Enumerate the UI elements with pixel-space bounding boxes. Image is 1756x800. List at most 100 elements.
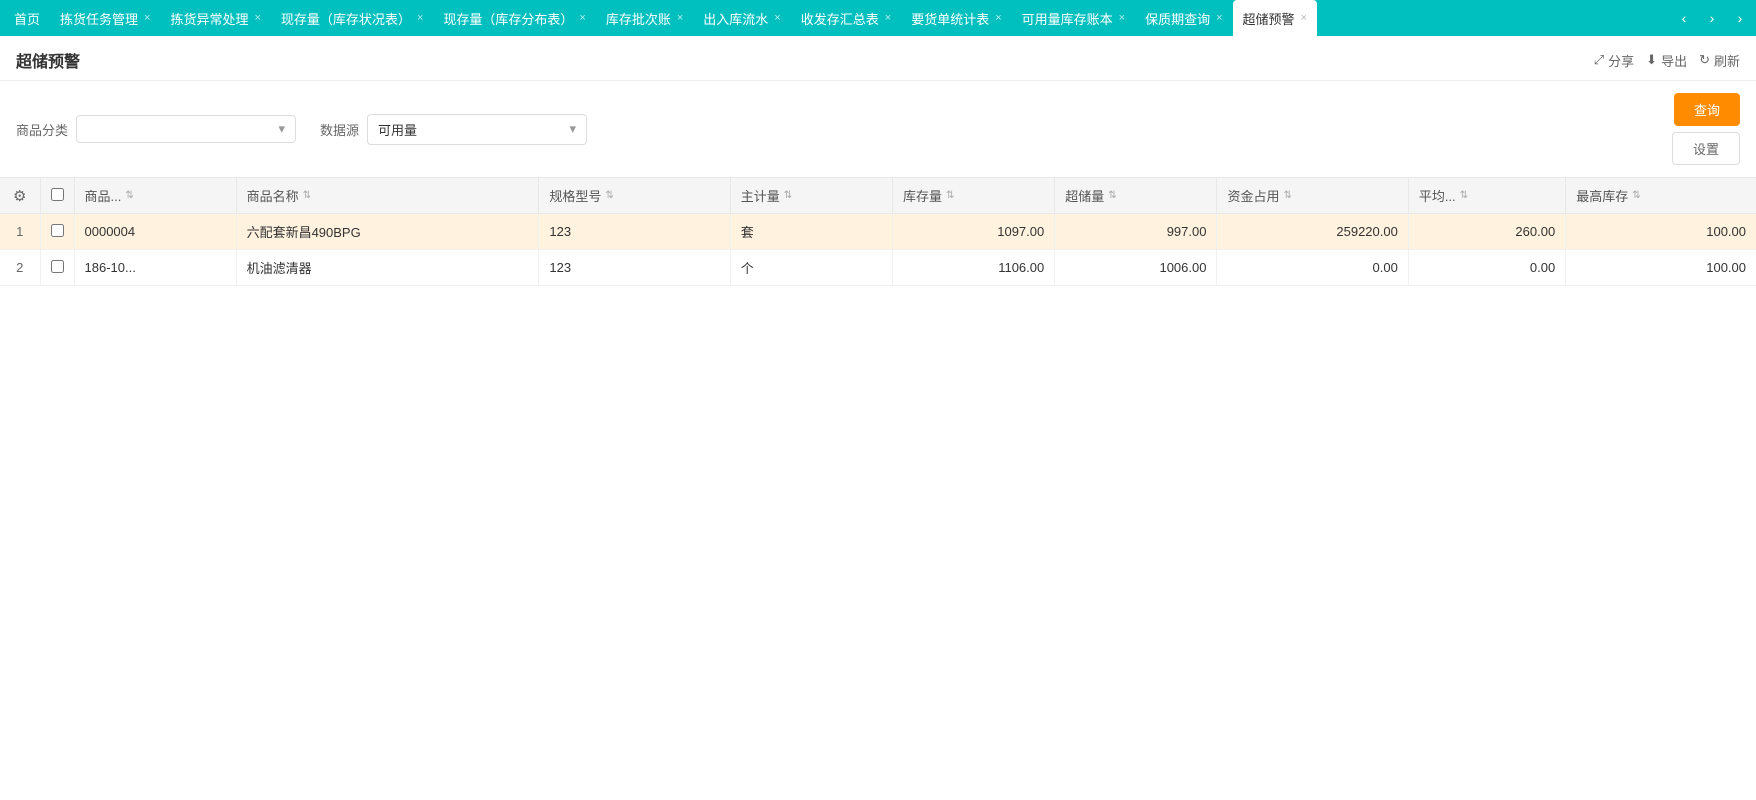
nav-item-available-inventory[interactable]: 可用量库存账本 × [1012,0,1135,36]
nav-item-inventory-dist[interactable]: 现存量（库存分布表） × [433,0,595,36]
th-avg[interactable]: 平均... ⇅ [1408,178,1565,214]
close-icon-inventory-status[interactable]: × [417,12,423,24]
sort-icon-spec: ⇅ [605,190,613,201]
nav-label-inventory-dist: 现存量（库存分布表） [443,9,573,28]
nav-arrow-right[interactable]: › [1700,0,1724,36]
sort-icon-max-inventory: ⇅ [1632,190,1640,201]
nav-item-home[interactable]: 首页 [4,0,50,36]
nav-item-overstock-warning[interactable]: 超储预警 × [1233,0,1317,36]
settings-button[interactable]: 设置 [1672,132,1740,165]
nav-arrow-more[interactable]: › [1728,0,1752,36]
nav-label-inventory-batch: 库存批次账 [606,9,671,28]
nav-item-inventory-batch[interactable]: 库存批次账 × [596,0,693,36]
nav-label-preheat-abnormal: 拣货异常处理 [170,9,248,28]
row-product-code-0: 0000004 [74,214,236,250]
table-wrapper: ⚙ 商品... ⇅ 商品名称 ⇅ [0,177,1756,286]
th-settings[interactable]: ⚙ [0,178,40,214]
th-product-code-label: 商品... [85,186,122,205]
close-icon-inventory-batch[interactable]: × [677,12,683,24]
row-checkbox-1[interactable] [51,260,64,273]
th-max-inventory[interactable]: 最高库存 ⇅ [1566,178,1756,214]
row-max-inventory-1: 100.00 [1566,250,1756,286]
row-spec-1: 123 [539,250,730,286]
page-header: 超储预警 ⤢ 分享 ⬇ 导出 ↻ 刷新 [0,36,1756,81]
nav-right-controls: ‹ › › [1672,0,1752,36]
th-spec[interactable]: 规格型号 ⇅ [539,178,730,214]
query-button[interactable]: 查询 [1674,93,1740,126]
sort-icon-unit: ⇅ [784,190,792,201]
nav-label-inventory-status: 现存量（库存状况表） [281,9,411,28]
close-icon-inventory-dist[interactable]: × [579,12,585,24]
page-title: 超储预警 [16,48,80,72]
gear-icon[interactable]: ⚙ [13,188,26,205]
th-overstock[interactable]: 超储量 ⇅ [1055,178,1217,214]
share-label: 分享 [1608,51,1634,70]
row-avg-1: 0.00 [1408,250,1565,286]
nav-label-overstock-warning: 超储预警 [1243,9,1295,28]
nav-item-inventory-status[interactable]: 现存量（库存状况表） × [271,0,433,36]
category-filter: 商品分类 ▾ [16,115,296,143]
close-icon-in-out-flow[interactable]: × [774,12,780,24]
nav-item-preheat-abnormal[interactable]: 拣货异常处理 × [160,0,270,36]
close-icon-overstock-warning[interactable]: × [1301,12,1307,24]
row-capital-0: 259220.00 [1217,214,1408,250]
nav-item-quality-check[interactable]: 保质期查询 × [1135,0,1232,36]
row-max-inventory-0: 100.00 [1566,214,1756,250]
row-product-name-0: 六配套新昌490BPG [236,214,539,250]
close-icon-order-stats[interactable]: × [995,12,1001,24]
refresh-label: 刷新 [1714,51,1740,70]
th-spec-label: 规格型号 [549,186,601,205]
data-table: ⚙ 商品... ⇅ 商品名称 ⇅ [0,177,1756,286]
export-button[interactable]: ⬇ 导出 [1646,51,1687,70]
nav-item-order-stats[interactable]: 要货单统计表 × [901,0,1011,36]
select-all-checkbox[interactable] [51,188,64,201]
th-capital-label: 资金占用 [1227,186,1279,205]
nav-item-recv-send-summary[interactable]: 收发存汇总表 × [791,0,901,36]
row-checkbox-0[interactable] [51,224,64,237]
nav-item-preheat-task[interactable]: 拣货任务管理 × [50,0,160,36]
th-unit[interactable]: 主计量 ⇅ [730,178,892,214]
th-checkbox [40,178,74,214]
nav-label-preheat-task: 拣货任务管理 [60,9,138,28]
datasource-select[interactable]: 可用量 ▾ [367,114,587,145]
page-content: 超储预警 ⤢ 分享 ⬇ 导出 ↻ 刷新 商品分类 ▾ 数据源 [0,36,1756,800]
refresh-button[interactable]: ↻ 刷新 [1699,51,1740,70]
table-header-row: ⚙ 商品... ⇅ 商品名称 ⇅ [0,178,1756,214]
close-icon-preheat-abnormal[interactable]: × [254,12,260,24]
close-icon-recv-send-summary[interactable]: × [885,12,891,24]
th-product-name[interactable]: 商品名称 ⇅ [236,178,539,214]
table-row: 1 0000004 六配套新昌490BPG 123 套 1097.00 997.… [0,214,1756,250]
nav-item-in-out-flow[interactable]: 出入库流水 × [693,0,790,36]
table-row: 2 186-10... 机油滤清器 123 个 1106.00 1006.00 … [0,250,1756,286]
row-num-1: 2 [0,250,40,286]
category-select[interactable]: ▾ [76,115,296,143]
row-checkbox-cell-1 [40,250,74,286]
share-button[interactable]: ⤢ 分享 [1594,51,1634,70]
th-inventory[interactable]: 库存量 ⇅ [893,178,1055,214]
th-overstock-label: 超储量 [1065,186,1104,205]
th-capital[interactable]: 资金占用 ⇅ [1217,178,1408,214]
row-unit-1: 个 [730,250,892,286]
th-unit-label: 主计量 [741,186,780,205]
row-overstock-1: 1006.00 [1055,250,1217,286]
close-icon-quality-check[interactable]: × [1216,12,1222,24]
export-icon: ⬇ [1646,52,1657,68]
row-product-code-1: 186-10... [74,250,236,286]
close-icon-available-inventory[interactable]: × [1119,12,1125,24]
row-product-name-1: 机油滤清器 [236,250,539,286]
close-icon-preheat-task[interactable]: × [144,12,150,24]
nav-bar: 首页 拣货任务管理 × 拣货异常处理 × 现存量（库存状况表） × 现存量（库存… [0,0,1756,36]
nav-label-in-out-flow: 出入库流水 [703,9,768,28]
chevron-down-icon-datasource: ▾ [570,121,577,137]
table-body: 1 0000004 六配套新昌490BPG 123 套 1097.00 997.… [0,214,1756,286]
chevron-down-icon: ▾ [278,121,285,137]
row-inventory-0: 1097.00 [893,214,1055,250]
row-spec-0: 123 [539,214,730,250]
th-product-code[interactable]: 商品... ⇅ [74,178,236,214]
nav-arrow-left[interactable]: ‹ [1672,0,1696,36]
nav-label-recv-send-summary: 收发存汇总表 [801,9,879,28]
export-label: 导出 [1661,51,1687,70]
datasource-filter: 数据源 可用量 ▾ [320,114,587,145]
sort-icon-inventory: ⇅ [946,190,954,201]
filter-actions: 查询 设置 [1672,93,1740,165]
